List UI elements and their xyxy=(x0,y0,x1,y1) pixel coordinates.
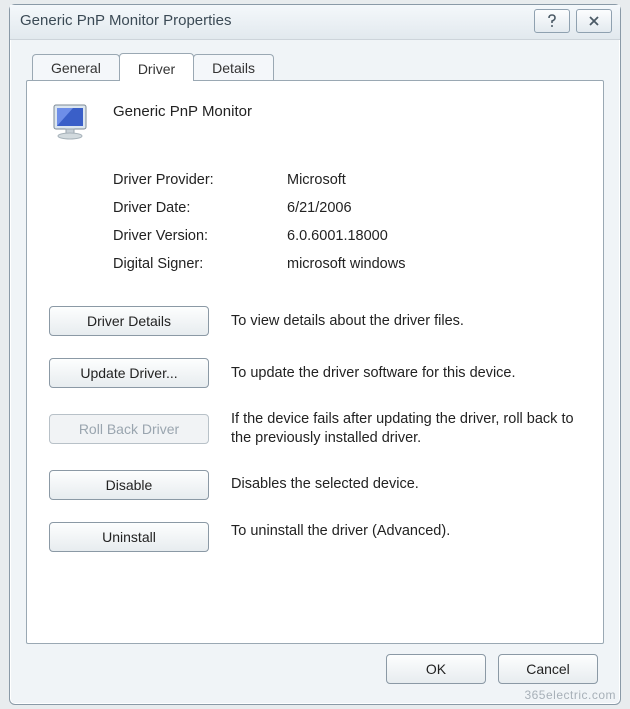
device-header: Generic PnP Monitor xyxy=(49,99,581,148)
uninstall-button[interactable]: Uninstall xyxy=(49,522,209,552)
device-name: Generic PnP Monitor xyxy=(113,99,252,120)
window-title: Generic PnP Monitor Properties xyxy=(20,12,232,29)
driver-details-desc: To view details about the driver files. xyxy=(231,312,581,331)
action-uninstall: Uninstall To uninstall the driver (Advan… xyxy=(49,522,581,552)
action-roll-back-driver: Roll Back Driver If the device fails aft… xyxy=(49,410,581,448)
watermark-text: 365electric.com xyxy=(524,688,616,702)
disable-button[interactable]: Disable xyxy=(49,470,209,500)
properties-dialog: Generic PnP Monitor Properties General D… xyxy=(9,4,621,705)
tab-general[interactable]: General xyxy=(32,54,120,80)
uninstall-desc: To uninstall the driver (Advanced). xyxy=(231,522,581,541)
driver-version-value: 6.0.6001.18000 xyxy=(287,228,581,244)
tab-panel-driver: Generic PnP Monitor Driver Provider: Mic… xyxy=(26,80,604,644)
digital-signer-value: microsoft windows xyxy=(287,256,581,272)
driver-provider-label: Driver Provider: xyxy=(113,172,263,188)
driver-info-grid: Driver Provider: Microsoft Driver Date: … xyxy=(113,172,581,272)
action-disable: Disable Disables the selected device. xyxy=(49,470,581,500)
titlebar-buttons xyxy=(534,9,612,33)
ok-button[interactable]: OK xyxy=(386,654,486,684)
cancel-button[interactable]: Cancel xyxy=(498,654,598,684)
update-driver-button[interactable]: Update Driver... xyxy=(49,358,209,388)
tab-details[interactable]: Details xyxy=(193,54,274,80)
help-button[interactable] xyxy=(534,9,570,33)
action-driver-details: Driver Details To view details about the… xyxy=(49,306,581,336)
titlebar: Generic PnP Monitor Properties xyxy=(10,5,620,40)
dialog-body: General Driver Details Generic PnP Monit… xyxy=(10,40,620,704)
disable-desc: Disables the selected device. xyxy=(231,475,581,494)
update-driver-desc: To update the driver software for this d… xyxy=(231,364,581,383)
driver-provider-value: Microsoft xyxy=(287,172,581,188)
tab-driver[interactable]: Driver xyxy=(119,53,194,81)
monitor-icon xyxy=(49,99,95,148)
action-update-driver: Update Driver... To update the driver so… xyxy=(49,358,581,388)
roll-back-driver-button[interactable]: Roll Back Driver xyxy=(49,414,209,444)
digital-signer-label: Digital Signer: xyxy=(113,256,263,272)
roll-back-driver-desc: If the device fails after updating the d… xyxy=(231,410,581,448)
driver-details-button[interactable]: Driver Details xyxy=(49,306,209,336)
close-button[interactable] xyxy=(576,9,612,33)
dialog-footer: OK Cancel xyxy=(26,644,604,688)
tabstrip: General Driver Details xyxy=(32,52,604,80)
driver-date-label: Driver Date: xyxy=(113,200,263,216)
driver-date-value: 6/21/2006 xyxy=(287,200,581,216)
driver-version-label: Driver Version: xyxy=(113,228,263,244)
